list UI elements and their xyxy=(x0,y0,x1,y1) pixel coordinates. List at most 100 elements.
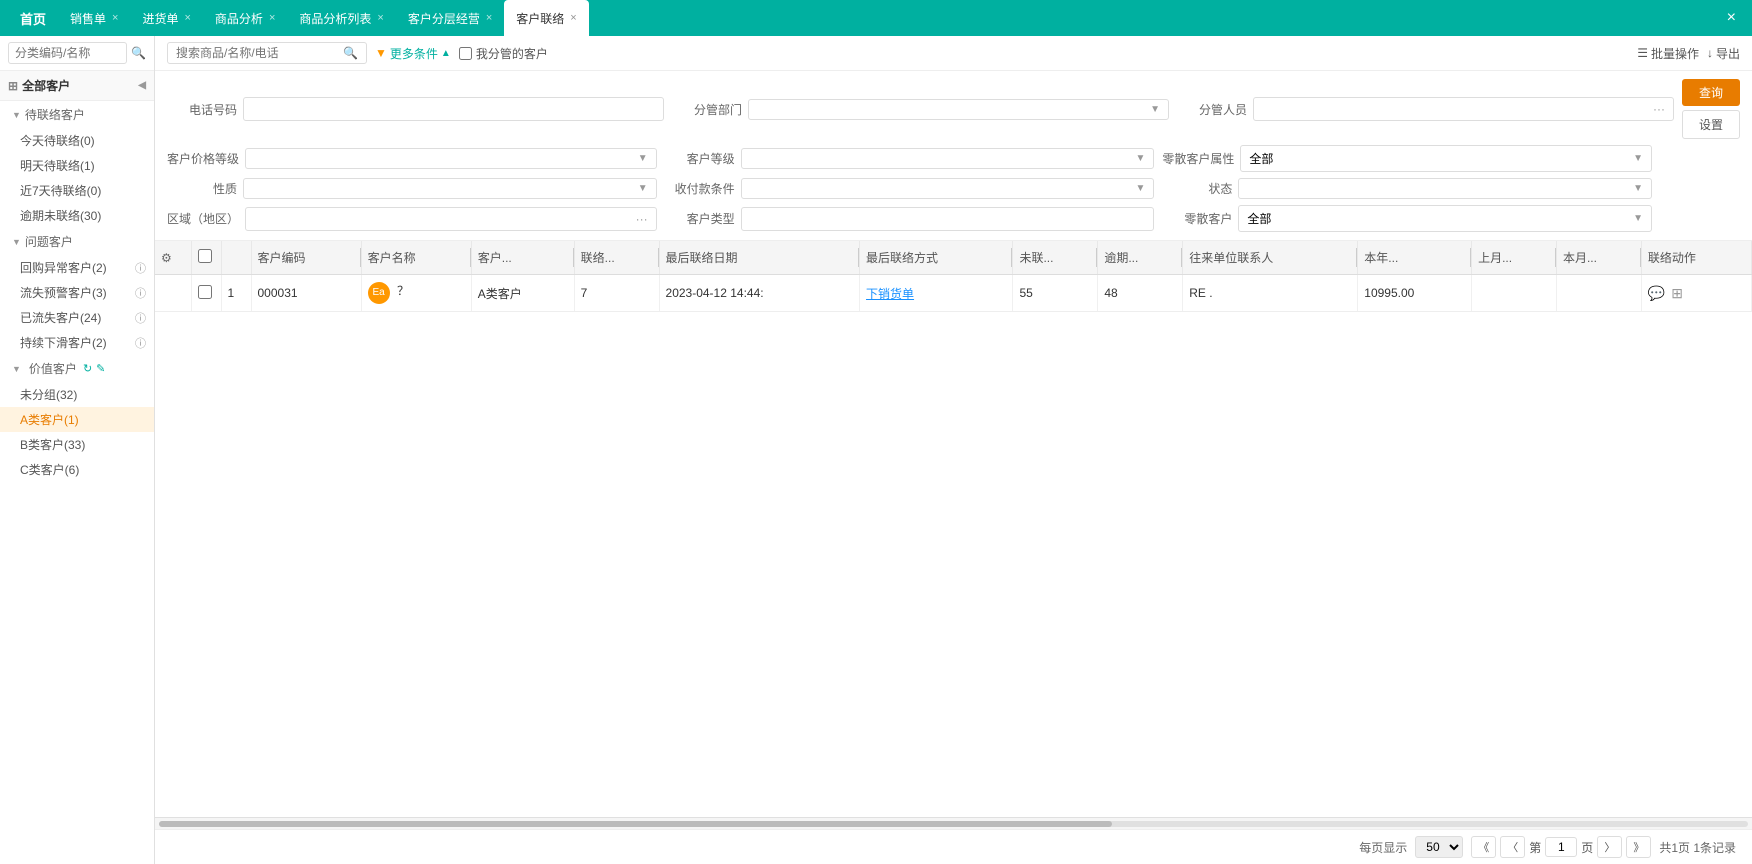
sidebar-search-input[interactable] xyxy=(8,42,127,64)
nav-home[interactable]: 首页 xyxy=(8,0,58,36)
my-customers-check[interactable] xyxy=(459,47,472,60)
my-customers-checkbox[interactable]: 我分管的客户 xyxy=(459,45,548,62)
nav-tab-sales[interactable]: 销售单 × xyxy=(58,0,130,36)
status-select[interactable]: ▼ xyxy=(1238,178,1652,199)
region-input[interactable]: ··· xyxy=(245,207,657,231)
close-analysis-list-tab[interactable]: × xyxy=(377,12,383,24)
gear-icon[interactable]: ⚙ xyxy=(161,251,172,265)
filter-bar: 🔍 ▼ 更多条件 ▲ 我分管的客户 ☰ 批量操作 ↓ xyxy=(155,36,1752,71)
next-page-btn[interactable]: 〉 xyxy=(1597,836,1622,858)
sidebar: 🔍 ⊞ 全部客户 ◀ ▼ 待联络客户 今天待联络(0) 明天待联络(1) 近7天… xyxy=(0,36,155,864)
sidebar-item-c-class[interactable]: C类客户(6) xyxy=(0,457,154,482)
sidebar-item-today[interactable]: 今天待联络(0) xyxy=(0,128,154,153)
top-navigation: 首页 销售单 × 进货单 × 商品分析 × 商品分析列表 × 客户分层经营 × … xyxy=(0,0,1752,36)
sidebar-group-pending[interactable]: ▼ 待联络客户 xyxy=(0,101,154,128)
filter-nature: 性质 ▼ xyxy=(167,178,657,199)
filter-customer-type: 客户类型 xyxy=(665,207,1155,231)
collapse-icon: ◀ xyxy=(138,80,146,91)
page-navigation: 《 〈 第 页 〉 》 xyxy=(1471,836,1651,858)
col-contact-person: 往来单位联系人 xyxy=(1183,241,1358,275)
phone-input[interactable] xyxy=(243,97,664,121)
table-row: 1 000031 Ea ？ A类客户 7 2023-04-12 14:44: 下… xyxy=(155,275,1752,312)
main-search-icon[interactable]: 🔍 xyxy=(343,46,358,60)
dept-select[interactable]: ▼ xyxy=(748,99,1169,120)
query-button[interactable]: 查询 xyxy=(1682,79,1740,106)
payment-select[interactable]: ▼ xyxy=(741,178,1155,199)
sidebar-item-tomorrow[interactable]: 明天待联络(1) xyxy=(0,153,154,178)
sidebar-item-churn-warn[interactable]: 流失预警客户(3) ⓘ xyxy=(0,280,154,305)
close-contact-tab[interactable]: × xyxy=(570,12,576,24)
nav-tab-analysis-list[interactable]: 商品分析列表 × xyxy=(287,0,395,36)
nav-tab-customer-layer[interactable]: 客户分层经营 × xyxy=(396,0,504,36)
all-customers-header[interactable]: ⊞ 全部客户 ◀ xyxy=(0,71,154,101)
row-checkbox xyxy=(191,275,221,312)
person-input[interactable]: ··· xyxy=(1253,97,1674,121)
chevron-icon: ▲ xyxy=(441,48,451,59)
close-layer-tab[interactable]: × xyxy=(486,12,492,24)
filter-payment: 收付款条件 ▼ xyxy=(665,178,1155,199)
person-dots: ··· xyxy=(1653,102,1665,116)
close-purchase-tab[interactable]: × xyxy=(184,12,190,24)
close-analysis-tab[interactable]: × xyxy=(269,12,275,24)
per-page-select[interactable]: 50 xyxy=(1415,836,1463,858)
sidebar-item-overdue[interactable]: 逾期未联络(30) xyxy=(0,203,154,228)
col-contact-num: 联络... xyxy=(574,241,659,275)
close-sales-tab[interactable]: × xyxy=(112,12,118,24)
sidebar-item-repurchase[interactable]: 回购异常客户(2) ⓘ xyxy=(0,255,154,280)
export-btn[interactable]: ↓ 导出 xyxy=(1707,45,1740,62)
row-gear xyxy=(155,275,191,312)
retail-attr-arrow: ▼ xyxy=(1633,153,1643,164)
nature-select[interactable]: ▼ xyxy=(243,178,657,199)
filter-row-3: 性质 ▼ 收付款条件 ▼ 状态 xyxy=(167,178,1740,199)
more-action-icon[interactable]: ⊞ xyxy=(1671,285,1683,302)
retail-attr-select[interactable]: 全部 ▼ xyxy=(1240,145,1652,172)
nature-arrow: ▼ xyxy=(638,183,648,194)
query-btn-group: 查询 设置 xyxy=(1682,79,1740,139)
customer-grade-select[interactable]: ▼ xyxy=(741,148,1155,169)
sidebar-group-problem[interactable]: ▼ 问题客户 xyxy=(0,228,154,255)
nav-tab-purchase[interactable]: 进货单 × xyxy=(130,0,202,36)
settings-button[interactable]: 设置 xyxy=(1682,110,1740,139)
row-select-checkbox[interactable] xyxy=(198,285,212,299)
sidebar-search-icon[interactable]: 🔍 xyxy=(131,46,146,60)
col-type: 客户... xyxy=(471,241,574,275)
sidebar-item-b-class[interactable]: B类客户(33) xyxy=(0,432,154,457)
filter-icon: ▼ xyxy=(375,46,387,60)
prev-page-btn[interactable]: 〈 xyxy=(1500,836,1525,858)
sidebar-item-7days[interactable]: 近7天待联络(0) xyxy=(0,178,154,203)
retail-customer-select[interactable]: 全部 ▼ xyxy=(1238,205,1652,232)
message-action-icon[interactable]: 💬 xyxy=(1648,285,1665,302)
table-header-row: ⚙ 客户编码 客户名称 xyxy=(155,241,1752,275)
filter-status: 状态 ▼ xyxy=(1162,178,1652,199)
global-close-button[interactable]: × xyxy=(1719,9,1744,27)
customer-type-input[interactable] xyxy=(741,207,1155,231)
row-contact-person: RE . xyxy=(1183,275,1358,312)
sidebar-group-value[interactable]: ▼ 价值客户 ↻ ✎ xyxy=(0,355,154,382)
col-this-month: 本月... xyxy=(1556,241,1641,275)
batch-ops-btn[interactable]: ☰ 批量操作 xyxy=(1637,45,1699,62)
filter-retail-customer: 零散客户 全部 ▼ xyxy=(1162,205,1652,232)
sidebar-item-declining[interactable]: 持续下滑客户(2) ⓘ xyxy=(0,330,154,355)
nav-tab-customer-contact[interactable]: 客户联络 × xyxy=(504,0,588,36)
contact-method-link[interactable]: 下销货单 xyxy=(866,287,914,301)
row-type: A类客户 xyxy=(471,275,574,312)
scroll-thumb[interactable] xyxy=(159,821,1112,827)
select-all-checkbox[interactable] xyxy=(198,249,212,263)
row-last-month-amount xyxy=(1472,275,1557,312)
filter-dept: 分管部门 ▼ xyxy=(672,99,1169,120)
edit-group-icon[interactable]: ✎ xyxy=(96,362,105,375)
horizontal-scrollbar[interactable] xyxy=(155,817,1752,829)
advanced-filters: 电话号码 分管部门 ▼ 分管人员 ··· xyxy=(155,71,1752,241)
sidebar-item-a-class[interactable]: A类客户(1) xyxy=(0,407,154,432)
nav-tab-analysis[interactable]: 商品分析 × xyxy=(203,0,287,36)
first-page-btn[interactable]: 《 xyxy=(1471,836,1496,858)
last-page-btn[interactable]: 》 xyxy=(1626,836,1651,858)
more-filters-btn[interactable]: ▼ 更多条件 ▲ xyxy=(375,45,451,62)
sidebar-item-unclassified[interactable]: 未分组(32) xyxy=(0,382,154,407)
col-uncontacted: 未联... xyxy=(1013,241,1098,275)
page-number-input[interactable] xyxy=(1545,837,1577,857)
price-grade-select[interactable]: ▼ xyxy=(245,148,657,169)
main-search-input[interactable] xyxy=(176,46,339,60)
sidebar-item-churned[interactable]: 已流失客户(24) ⓘ xyxy=(0,305,154,330)
refresh-icon[interactable]: ↻ xyxy=(83,362,92,375)
